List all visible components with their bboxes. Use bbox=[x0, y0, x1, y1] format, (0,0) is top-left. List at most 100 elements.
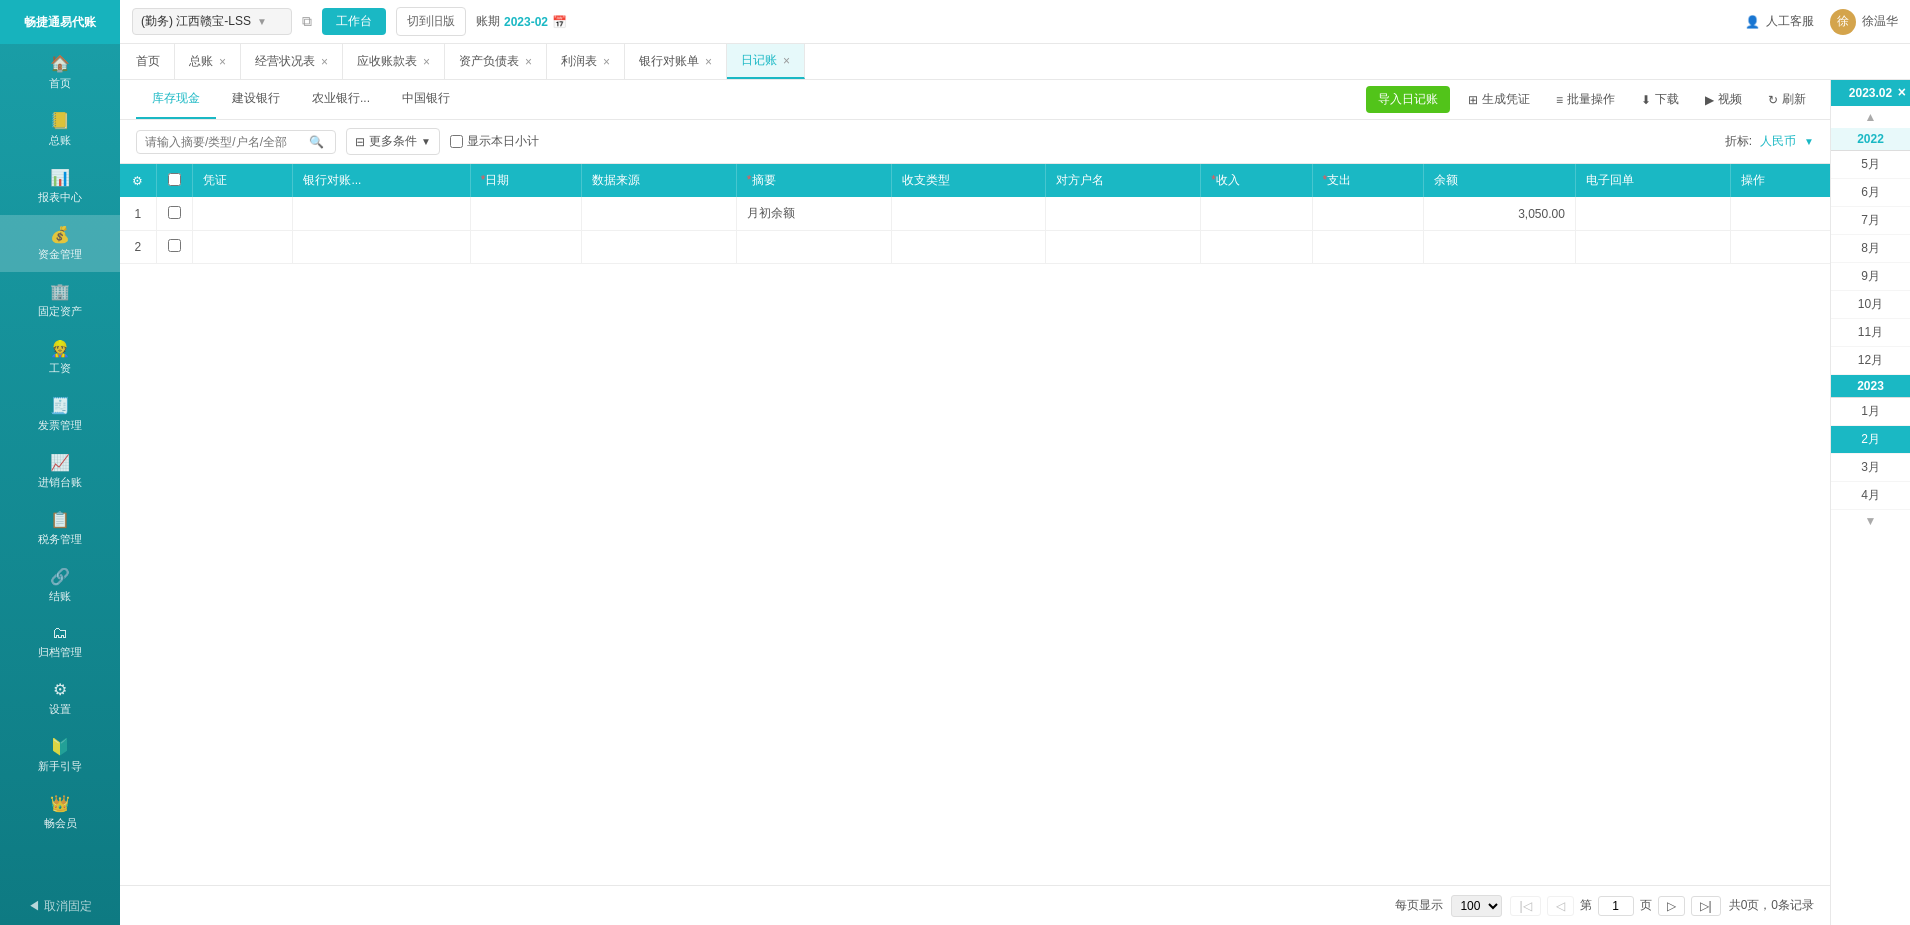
user-menu[interactable]: 徐 徐温华 bbox=[1830, 9, 1898, 35]
td-checkbox-1[interactable] bbox=[156, 197, 192, 231]
home-icon: 🏠 bbox=[50, 54, 70, 73]
tab-close-profit[interactable]: × bbox=[603, 55, 610, 69]
sidebar-item-settings[interactable]: ⚙ 设置 bbox=[0, 670, 120, 727]
page-input[interactable] bbox=[1598, 896, 1634, 916]
month-2022-10[interactable]: 10月 bbox=[1831, 291, 1910, 319]
tab-close-ledger[interactable]: × bbox=[219, 55, 226, 69]
subtab-actions: 导入日记账 ⊞ 生成凭证 ≡ 批量操作 ⬇ 下载 ▶ bbox=[1366, 86, 1814, 113]
filter-bar-right: 折标: 人民币 ▼ bbox=[1725, 133, 1814, 150]
th-settings[interactable]: ⚙ bbox=[120, 164, 156, 197]
gen-voucher-icon: ⊞ bbox=[1468, 93, 1478, 107]
td-checkbox-2[interactable] bbox=[156, 231, 192, 264]
date-panel-content: ▲ 2022 5月 6月 7月 8月 bbox=[1831, 106, 1910, 925]
next-page-button[interactable]: ▷ bbox=[1658, 896, 1685, 916]
company-selector[interactable]: (勤务) 江西赣宝-LSS ▼ bbox=[132, 8, 292, 35]
sidebar-item-capital[interactable]: 💰 资金管理 bbox=[0, 215, 120, 272]
sidebar-item-vip[interactable]: 👑 畅会员 bbox=[0, 784, 120, 841]
tab-journal[interactable]: 日记账 × bbox=[727, 44, 805, 79]
currency-dropdown-icon[interactable]: ▼ bbox=[1804, 136, 1814, 147]
td-expense-1 bbox=[1312, 197, 1423, 231]
sidebar-item-sales[interactable]: 📈 进销台账 bbox=[0, 443, 120, 500]
more-filter-button[interactable]: ⊟ 更多条件 ▼ bbox=[346, 128, 440, 155]
subtab-boc[interactable]: 中国银行 bbox=[386, 80, 466, 119]
batch-op-button[interactable]: ≡ 批量操作 bbox=[1548, 87, 1623, 112]
settings-icon: ⚙ bbox=[53, 680, 67, 699]
ledger-icon: 📒 bbox=[50, 111, 70, 130]
gen-voucher-button[interactable]: ⊞ 生成凭证 bbox=[1460, 87, 1538, 112]
first-page-button[interactable]: |◁ bbox=[1510, 896, 1540, 916]
copy-icon[interactable]: ⧉ bbox=[302, 13, 312, 30]
prev-page-button[interactable]: ◁ bbox=[1547, 896, 1574, 916]
per-page-select[interactable]: 100 10 20 50 bbox=[1451, 895, 1502, 917]
month-2023-4[interactable]: 4月 bbox=[1831, 482, 1910, 510]
sidebar-item-close[interactable]: 🔗 结账 bbox=[0, 557, 120, 614]
sidebar-item-ledger[interactable]: 📒 总账 bbox=[0, 101, 120, 158]
year-2022-section: 2022 5月 6月 7月 8月 9月 bbox=[1831, 128, 1910, 375]
sidebar-item-invoice[interactable]: 🧾 发票管理 bbox=[0, 386, 120, 443]
last-page-button[interactable]: ▷| bbox=[1691, 896, 1721, 916]
tab-ledger[interactable]: 总账 × bbox=[175, 44, 241, 79]
content-wrapper: 库存现金 建设银行 农业银行... 中国银行 导入日记账 ⊞ 生成凭证 bbox=[120, 80, 1910, 925]
refresh-button[interactable]: ↻ 刷新 bbox=[1760, 87, 1814, 112]
sidebar-item-tax[interactable]: 📋 税务管理 bbox=[0, 500, 120, 557]
subtab-abc[interactable]: 农业银行... bbox=[296, 80, 386, 119]
sidebar-item-reports[interactable]: 📊 报表中心 bbox=[0, 158, 120, 215]
tab-close-journal[interactable]: × bbox=[783, 54, 790, 68]
avatar: 徐 bbox=[1830, 9, 1856, 35]
calendar-icon[interactable]: 📅 bbox=[552, 15, 567, 29]
daily-total-checkbox[interactable] bbox=[450, 135, 463, 148]
sidebar-item-fixed-assets[interactable]: 🏢 固定资产 bbox=[0, 272, 120, 329]
workspace-button[interactable]: 工作台 bbox=[322, 8, 386, 35]
subtab-cash[interactable]: 库存现金 bbox=[136, 80, 216, 119]
download-button[interactable]: ⬇ 下载 bbox=[1633, 87, 1687, 112]
td-bank-account-2 bbox=[293, 231, 470, 264]
tab-close-receivables[interactable]: × bbox=[423, 55, 430, 69]
month-2022-9[interactable]: 9月 bbox=[1831, 263, 1910, 291]
th-counterpart: 对方户名 bbox=[1046, 164, 1201, 197]
dropdown-icon: ▼ bbox=[257, 16, 267, 27]
sidebar-item-salary[interactable]: 👷 工资 bbox=[0, 329, 120, 386]
table-header-row: ⚙ 凭证 银行对账... *日期 数据来源 *摘要 bbox=[120, 164, 1830, 197]
row-checkbox-1[interactable] bbox=[168, 206, 181, 219]
tab-business-status[interactable]: 经营状况表 × bbox=[241, 44, 343, 79]
td-voucher-2 bbox=[192, 231, 293, 264]
row-checkbox-2[interactable] bbox=[168, 239, 181, 252]
month-2022-8[interactable]: 8月 bbox=[1831, 235, 1910, 263]
old-version-button[interactable]: 切到旧版 bbox=[396, 7, 466, 36]
month-2022-6[interactable]: 6月 bbox=[1831, 179, 1910, 207]
sidebar-collapse-btn[interactable]: ◀ 取消固定 bbox=[0, 888, 120, 925]
month-2023-3[interactable]: 3月 bbox=[1831, 454, 1910, 482]
sidebar-item-archive[interactable]: 🗂 归档管理 bbox=[0, 614, 120, 670]
search-input[interactable] bbox=[145, 135, 305, 149]
subtab-ccb[interactable]: 建设银行 bbox=[216, 80, 296, 119]
vip-icon: 👑 bbox=[50, 794, 70, 813]
th-checkbox[interactable] bbox=[156, 164, 192, 197]
month-2022-11[interactable]: 11月 bbox=[1831, 319, 1910, 347]
sidebar-item-guide[interactable]: 🔰 新手引导 bbox=[0, 727, 120, 784]
scroll-down-button[interactable]: ▼ bbox=[1831, 510, 1910, 532]
tab-balance-sheet[interactable]: 资产负债表 × bbox=[445, 44, 547, 79]
tab-close-balance-sheet[interactable]: × bbox=[525, 55, 532, 69]
month-2022-7[interactable]: 7月 bbox=[1831, 207, 1910, 235]
tab-close-bank-statement[interactable]: × bbox=[705, 55, 712, 69]
sidebar-item-home[interactable]: 🏠 首页 bbox=[0, 44, 120, 101]
tab-bank-statement[interactable]: 银行对账单 × bbox=[625, 44, 727, 79]
select-all-checkbox[interactable] bbox=[168, 173, 181, 186]
month-2023-2[interactable]: 2月 bbox=[1831, 426, 1910, 454]
tab-receivables[interactable]: 应收账款表 × bbox=[343, 44, 445, 79]
import-journal-button[interactable]: 导入日记账 bbox=[1366, 86, 1450, 113]
tab-home[interactable]: 首页 bbox=[120, 44, 175, 79]
bottom-bar: 每页显示 100 10 20 50 |◁ ◁ 第 页 ▷ ▷| 共0页，0条记录 bbox=[120, 885, 1830, 925]
month-2022-12[interactable]: 12月 bbox=[1831, 347, 1910, 375]
tab-close-business-status[interactable]: × bbox=[321, 55, 328, 69]
video-button[interactable]: ▶ 视频 bbox=[1697, 87, 1750, 112]
date-panel-close-button[interactable]: × bbox=[1898, 84, 1906, 100]
scroll-up-button[interactable]: ▲ bbox=[1831, 106, 1910, 128]
search-icon[interactable]: 🔍 bbox=[309, 135, 324, 149]
support-link[interactable]: 👤 人工客服 bbox=[1745, 13, 1814, 30]
td-bank-account-1 bbox=[293, 197, 470, 231]
filter-icon: ⊟ bbox=[355, 135, 365, 149]
month-2022-5[interactable]: 5月 bbox=[1831, 151, 1910, 179]
tab-profit[interactable]: 利润表 × bbox=[547, 44, 625, 79]
month-2023-1[interactable]: 1月 bbox=[1831, 398, 1910, 426]
